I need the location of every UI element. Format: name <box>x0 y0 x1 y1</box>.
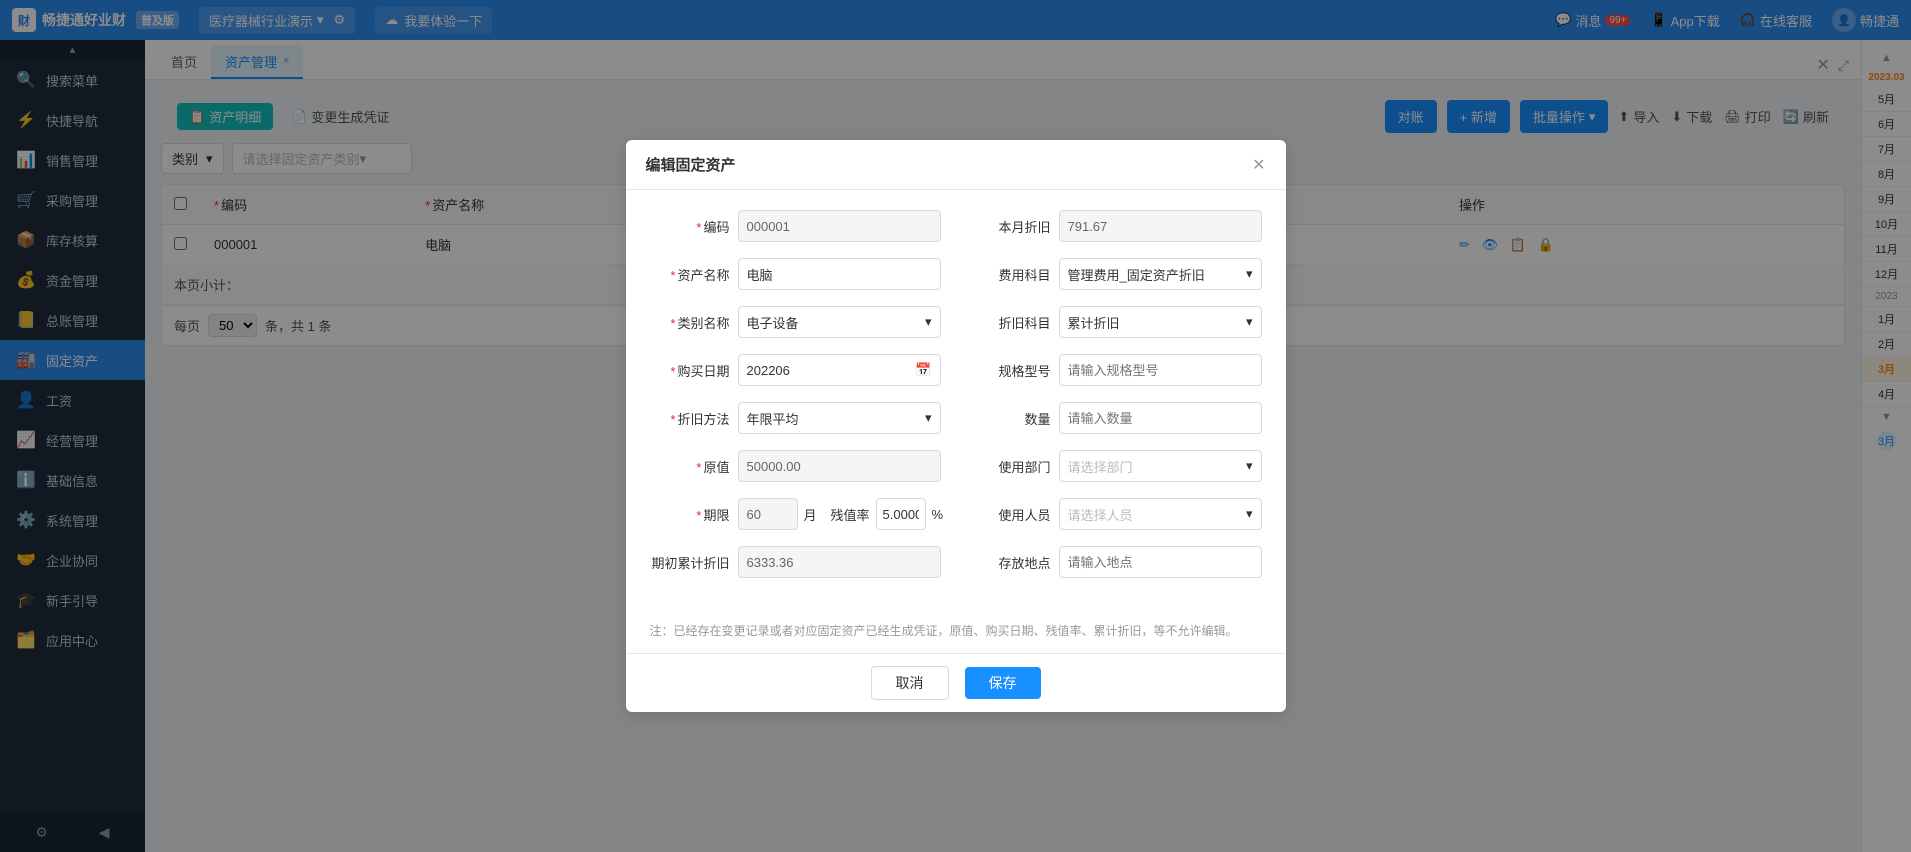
purchase-date-label: *购买日期 <box>650 361 730 380</box>
modal-body: *编码 *资产名称 *类别名称 电子设备 <box>626 190 1286 614</box>
dept-chevron: ▾ <box>1246 458 1253 474</box>
modal-overlay: 编辑固定资产 ✕ *编码 *资产名称 <box>0 0 1911 852</box>
form-row-user: 使用人员 请选择人员 ▾ <box>971 498 1262 530</box>
form-row-dept: 使用部门 请选择部门 ▾ <box>971 450 1262 482</box>
modal-notice: 注：已经存在变更记录或者对应固定资产已经生成凭证，原值、购买日期、残值率、累计折… <box>626 614 1286 653</box>
edit-fixed-asset-modal: 编辑固定资产 ✕ *编码 *资产名称 <box>626 140 1286 712</box>
residual-rate-input[interactable] <box>876 498 926 530</box>
period-unit-label: 月 <box>804 505 817 524</box>
purchase-date-input[interactable]: 202206 📅 <box>738 354 941 386</box>
monthly-dep-label: 本月折旧 <box>971 217 1051 236</box>
purchase-date-value: 202206 <box>747 363 790 378</box>
expense-subject-label: 费用科目 <box>971 265 1051 284</box>
period-input[interactable] <box>738 498 798 530</box>
category-select-value: 电子设备 <box>747 313 799 332</box>
dept-label: 使用部门 <box>971 457 1051 476</box>
spec-label: 规格型号 <box>971 361 1051 380</box>
form-row-category: *类别名称 电子设备 ▾ <box>650 306 941 338</box>
form-row-dep-method: *折旧方法 年限平均 ▾ <box>650 402 941 434</box>
dep-method-chevron: ▾ <box>925 410 932 426</box>
quantity-input[interactable] <box>1059 402 1262 434</box>
modal-left-col: *编码 *资产名称 *类别名称 电子设备 <box>650 210 941 594</box>
user-chevron: ▾ <box>1246 506 1253 522</box>
cancel-button[interactable]: 取消 <box>871 666 949 700</box>
form-row-location: 存放地点 <box>971 546 1262 578</box>
user-placeholder: 请选择人员 <box>1068 505 1133 524</box>
modal-close-button[interactable]: ✕ <box>1252 155 1265 175</box>
save-button[interactable]: 保存 <box>965 667 1041 699</box>
monthly-dep-input[interactable] <box>1059 210 1262 242</box>
dept-select[interactable]: 请选择部门 ▾ <box>1059 450 1262 482</box>
user-label: 使用人员 <box>971 505 1051 524</box>
form-row-monthly-dep: 本月折旧 <box>971 210 1262 242</box>
form-row-quantity: 数量 <box>971 402 1262 434</box>
residual-rate-unit: % <box>932 507 944 522</box>
form-row-code: *编码 <box>650 210 941 242</box>
initial-dep-input[interactable] <box>738 546 941 578</box>
modal-title: 编辑固定资产 <box>646 154 736 175</box>
period-group: 月 残值率 % <box>738 498 941 530</box>
form-row-spec: 规格型号 <box>971 354 1262 386</box>
expense-subject-select[interactable]: 管理费用_固定资产折旧 ▾ <box>1059 258 1262 290</box>
expense-subject-value: 管理费用_固定资产折旧 <box>1068 265 1205 284</box>
spec-input[interactable] <box>1059 354 1262 386</box>
name-label: *资产名称 <box>650 265 730 284</box>
dept-placeholder: 请选择部门 <box>1068 457 1133 476</box>
modal-notice-text: 注：已经存在变更记录或者对应固定资产已经生成凭证，原值、购买日期、残值率、累计折… <box>650 624 1238 638</box>
name-input[interactable] <box>738 258 941 290</box>
location-label: 存放地点 <box>971 553 1051 572</box>
form-row-purchase-date: *购买日期 202206 📅 <box>650 354 941 386</box>
dep-subject-label: 折旧科目 <box>971 313 1051 332</box>
form-row-period: *期限 月 残值率 % <box>650 498 941 530</box>
modal-right-col: 本月折旧 费用科目 管理费用_固定资产折旧 ▾ <box>971 210 1262 594</box>
form-row-name: *资产名称 <box>650 258 941 290</box>
dep-method-value: 年限平均 <box>747 409 799 428</box>
calendar-icon: 📅 <box>915 362 931 378</box>
original-value-label: *原值 <box>650 457 730 476</box>
dep-subject-select[interactable]: 累计折旧 ▾ <box>1059 306 1262 338</box>
modal-footer: 取消 保存 <box>626 653 1286 712</box>
form-row-dep-subject: 折旧科目 累计折旧 ▾ <box>971 306 1262 338</box>
initial-dep-label: 期初累计折旧 <box>650 553 730 572</box>
category-select[interactable]: 电子设备 ▾ <box>738 306 941 338</box>
form-row-initial-dep: 期初累计折旧 <box>650 546 941 578</box>
user-select[interactable]: 请选择人员 ▾ <box>1059 498 1262 530</box>
dep-method-select[interactable]: 年限平均 ▾ <box>738 402 941 434</box>
original-value-input[interactable] <box>738 450 941 482</box>
category-label: *类别名称 <box>650 313 730 332</box>
quantity-label: 数量 <box>971 409 1051 428</box>
location-input[interactable] <box>1059 546 1262 578</box>
period-label: *期限 <box>650 505 730 524</box>
form-row-original-value: *原值 <box>650 450 941 482</box>
expense-subject-chevron: ▾ <box>1246 266 1253 282</box>
form-row-expense-subject: 费用科目 管理费用_固定资产折旧 ▾ <box>971 258 1262 290</box>
code-label: *编码 <box>650 217 730 236</box>
dep-method-label: *折旧方法 <box>650 409 730 428</box>
dep-subject-chevron: ▾ <box>1246 314 1253 330</box>
modal-header: 编辑固定资产 ✕ <box>626 140 1286 190</box>
residual-rate-label: 残值率 <box>831 505 870 524</box>
category-select-chevron: ▾ <box>925 314 932 330</box>
dep-subject-value: 累计折旧 <box>1068 313 1120 332</box>
code-input[interactable] <box>738 210 941 242</box>
